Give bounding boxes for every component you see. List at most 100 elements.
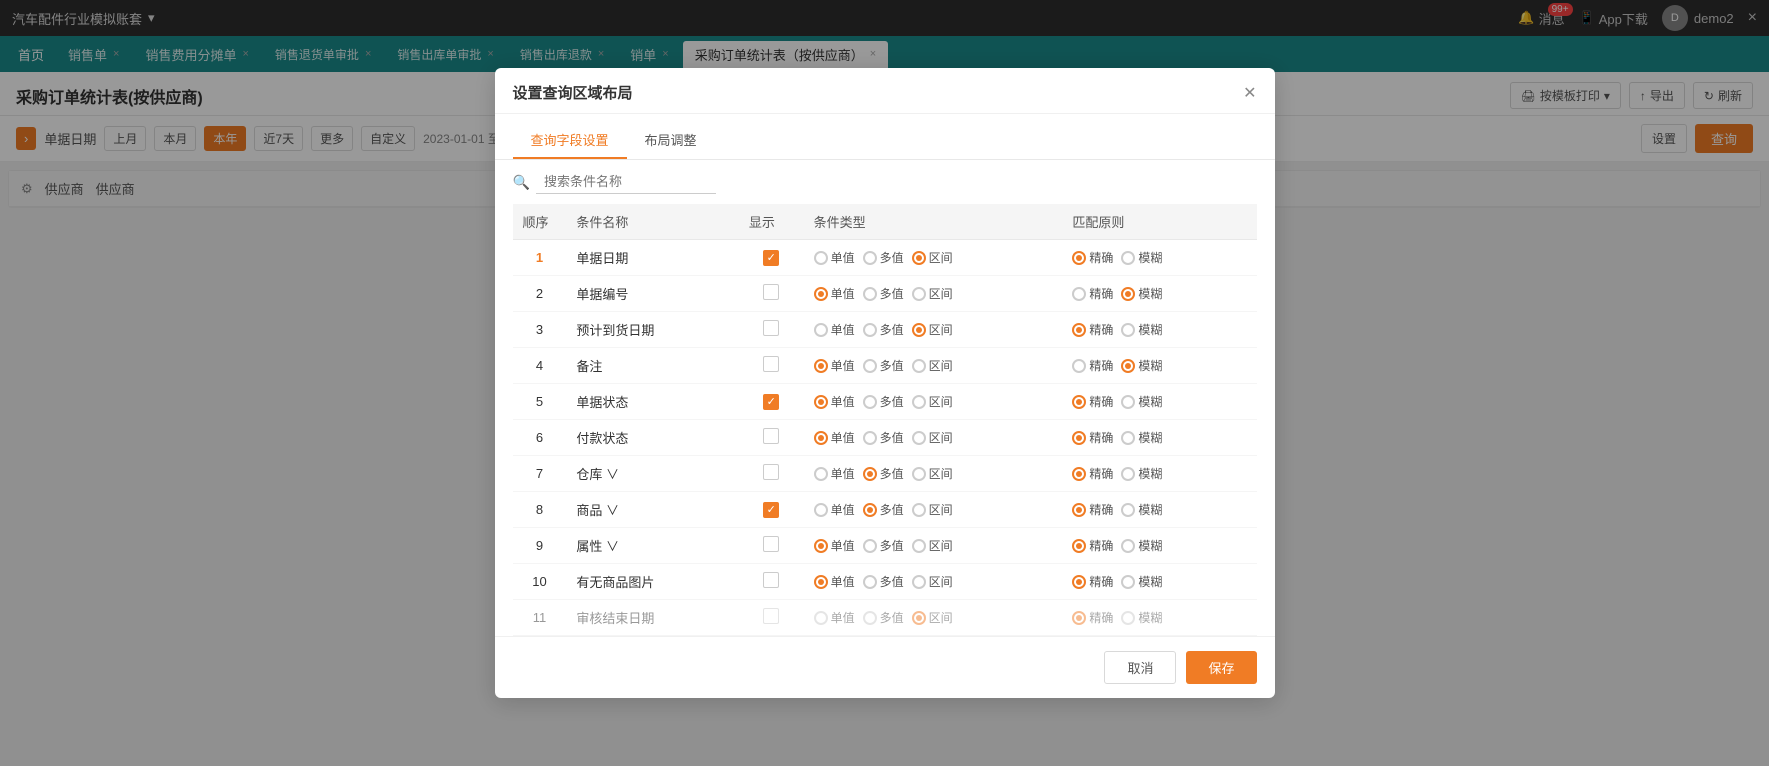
match-radio-5-0[interactable]: 精确 xyxy=(1072,429,1113,446)
type-radio-3-1[interactable]: 多值 xyxy=(863,357,904,374)
modal-tab-query-fields[interactable]: 查询字段设置 xyxy=(513,124,627,159)
match-radio-4-1[interactable]: 模糊 xyxy=(1121,393,1162,410)
name-cell-3: 备注 xyxy=(566,348,739,384)
type-radio-9-2[interactable]: 区间 xyxy=(912,573,953,590)
seq-cell-10: 11 xyxy=(513,600,567,636)
display-checkbox-10[interactable] xyxy=(763,608,779,624)
display-checkbox-0[interactable] xyxy=(763,250,779,266)
match-radio-1-1[interactable]: 模糊 xyxy=(1121,285,1162,302)
display-checkbox-2[interactable] xyxy=(763,320,779,336)
modal-table-area: 顺序 条件名称 显示 条件类型 匹配原则 1单据日期单值多值区间精确模糊2单据编… xyxy=(495,204,1275,636)
match-radio-3-0[interactable]: 精确 xyxy=(1072,357,1113,374)
display-checkbox-8[interactable] xyxy=(763,536,779,552)
type-radio-1-0[interactable]: 单值 xyxy=(814,285,855,302)
cancel-button[interactable]: 取消 xyxy=(1104,651,1176,684)
type-radio-0-1[interactable]: 多值 xyxy=(863,249,904,266)
type-radio-7-1[interactable]: 多值 xyxy=(863,501,904,518)
type-radio-9-0[interactable]: 单值 xyxy=(814,573,855,590)
display-checkbox-9[interactable] xyxy=(763,572,779,588)
type-radio-7-2[interactable]: 区间 xyxy=(912,501,953,518)
type-radio-2-0[interactable]: 单值 xyxy=(814,321,855,338)
match-radio-6-1[interactable]: 模糊 xyxy=(1121,465,1162,482)
type-radio-6-2[interactable]: 区间 xyxy=(912,465,953,482)
type-radio-3-0[interactable]: 单值 xyxy=(814,357,855,374)
match-radio-5-1[interactable]: 模糊 xyxy=(1121,429,1162,446)
display-checkbox-4[interactable] xyxy=(763,394,779,410)
display-cell-0[interactable] xyxy=(739,240,804,276)
type-radio-label-5-1: 多值 xyxy=(880,429,904,446)
match-radio-label-1-0: 精确 xyxy=(1089,285,1113,302)
match-cell-1: 精确模糊 xyxy=(1062,276,1256,312)
display-checkbox-7[interactable] xyxy=(763,502,779,518)
match-radio-0-1[interactable]: 模糊 xyxy=(1121,249,1162,266)
match-radio-10-1[interactable]: 模糊 xyxy=(1121,609,1162,626)
display-cell-3[interactable] xyxy=(739,348,804,384)
type-radio-circle-3-1 xyxy=(863,359,877,373)
search-input[interactable] xyxy=(536,170,716,194)
seq-cell-4: 5 xyxy=(513,384,567,420)
match-radio-3-1[interactable]: 模糊 xyxy=(1121,357,1162,374)
type-radio-5-2[interactable]: 区间 xyxy=(912,429,953,446)
match-radio-4-0[interactable]: 精确 xyxy=(1072,393,1113,410)
display-cell-1[interactable] xyxy=(739,276,804,312)
type-radio-9-1[interactable]: 多值 xyxy=(863,573,904,590)
type-radio-4-1[interactable]: 多值 xyxy=(863,393,904,410)
match-radio-circle-3-0 xyxy=(1072,359,1086,373)
seq-cell-3: 4 xyxy=(513,348,567,384)
match-radio-7-1[interactable]: 模糊 xyxy=(1121,501,1162,518)
display-checkbox-1[interactable] xyxy=(763,284,779,300)
type-radio-2-1[interactable]: 多值 xyxy=(863,321,904,338)
type-radio-1-2[interactable]: 区间 xyxy=(912,285,953,302)
type-radio-0-0[interactable]: 单值 xyxy=(814,249,855,266)
match-radio-1-0[interactable]: 精确 xyxy=(1072,285,1113,302)
modal-footer: 取消 保存 xyxy=(495,636,1275,698)
type-radio-10-0[interactable]: 单值 xyxy=(814,609,855,626)
type-radio-circle-7-2 xyxy=(912,503,926,517)
type-radio-8-1[interactable]: 多值 xyxy=(863,537,904,554)
display-checkbox-5[interactable] xyxy=(763,428,779,444)
match-radio-2-0[interactable]: 精确 xyxy=(1072,321,1113,338)
display-cell-4[interactable] xyxy=(739,384,804,420)
type-radio-circle-5-1 xyxy=(863,431,877,445)
type-radio-3-2[interactable]: 区间 xyxy=(912,357,953,374)
display-cell-2[interactable] xyxy=(739,312,804,348)
type-radio-1-1[interactable]: 多值 xyxy=(863,285,904,302)
type-radio-5-0[interactable]: 单值 xyxy=(814,429,855,446)
type-radio-4-2[interactable]: 区间 xyxy=(912,393,953,410)
match-radio-0-0[interactable]: 精确 xyxy=(1072,249,1113,266)
modal-close-button[interactable]: ✕ xyxy=(1243,83,1256,103)
save-button[interactable]: 保存 xyxy=(1186,651,1256,684)
match-radio-8-0[interactable]: 精确 xyxy=(1072,537,1113,554)
display-cell-7[interactable] xyxy=(739,492,804,528)
type-radio-7-0[interactable]: 单值 xyxy=(814,501,855,518)
seq-label: 5 xyxy=(536,394,543,409)
match-radio-9-0[interactable]: 精确 xyxy=(1072,573,1113,590)
type-radio-6-0[interactable]: 单值 xyxy=(814,465,855,482)
match-radio-label-0-1: 模糊 xyxy=(1138,249,1162,266)
display-cell-8[interactable] xyxy=(739,528,804,564)
match-radio-label-2-0: 精确 xyxy=(1089,321,1113,338)
display-cell-10[interactable] xyxy=(739,600,804,636)
type-radio-circle-10-1 xyxy=(863,611,877,625)
display-cell-6[interactable] xyxy=(739,456,804,492)
type-radio-0-2[interactable]: 区间 xyxy=(912,249,953,266)
type-radio-10-1[interactable]: 多值 xyxy=(863,609,904,626)
display-cell-9[interactable] xyxy=(739,564,804,600)
match-radio-7-0[interactable]: 精确 xyxy=(1072,501,1113,518)
type-radio-5-1[interactable]: 多值 xyxy=(863,429,904,446)
match-radio-8-1[interactable]: 模糊 xyxy=(1121,537,1162,554)
type-radio-6-1[interactable]: 多值 xyxy=(863,465,904,482)
type-radio-8-2[interactable]: 区间 xyxy=(912,537,953,554)
match-radio-2-1[interactable]: 模糊 xyxy=(1121,321,1162,338)
display-cell-5[interactable] xyxy=(739,420,804,456)
type-radio-10-2[interactable]: 区间 xyxy=(912,609,953,626)
match-radio-10-0[interactable]: 精确 xyxy=(1072,609,1113,626)
display-checkbox-3[interactable] xyxy=(763,356,779,372)
match-radio-6-0[interactable]: 精确 xyxy=(1072,465,1113,482)
type-radio-4-0[interactable]: 单值 xyxy=(814,393,855,410)
modal-tab-layout[interactable]: 布局调整 xyxy=(627,124,715,159)
type-radio-8-0[interactable]: 单值 xyxy=(814,537,855,554)
type-radio-2-2[interactable]: 区间 xyxy=(912,321,953,338)
match-radio-9-1[interactable]: 模糊 xyxy=(1121,573,1162,590)
display-checkbox-6[interactable] xyxy=(763,464,779,480)
